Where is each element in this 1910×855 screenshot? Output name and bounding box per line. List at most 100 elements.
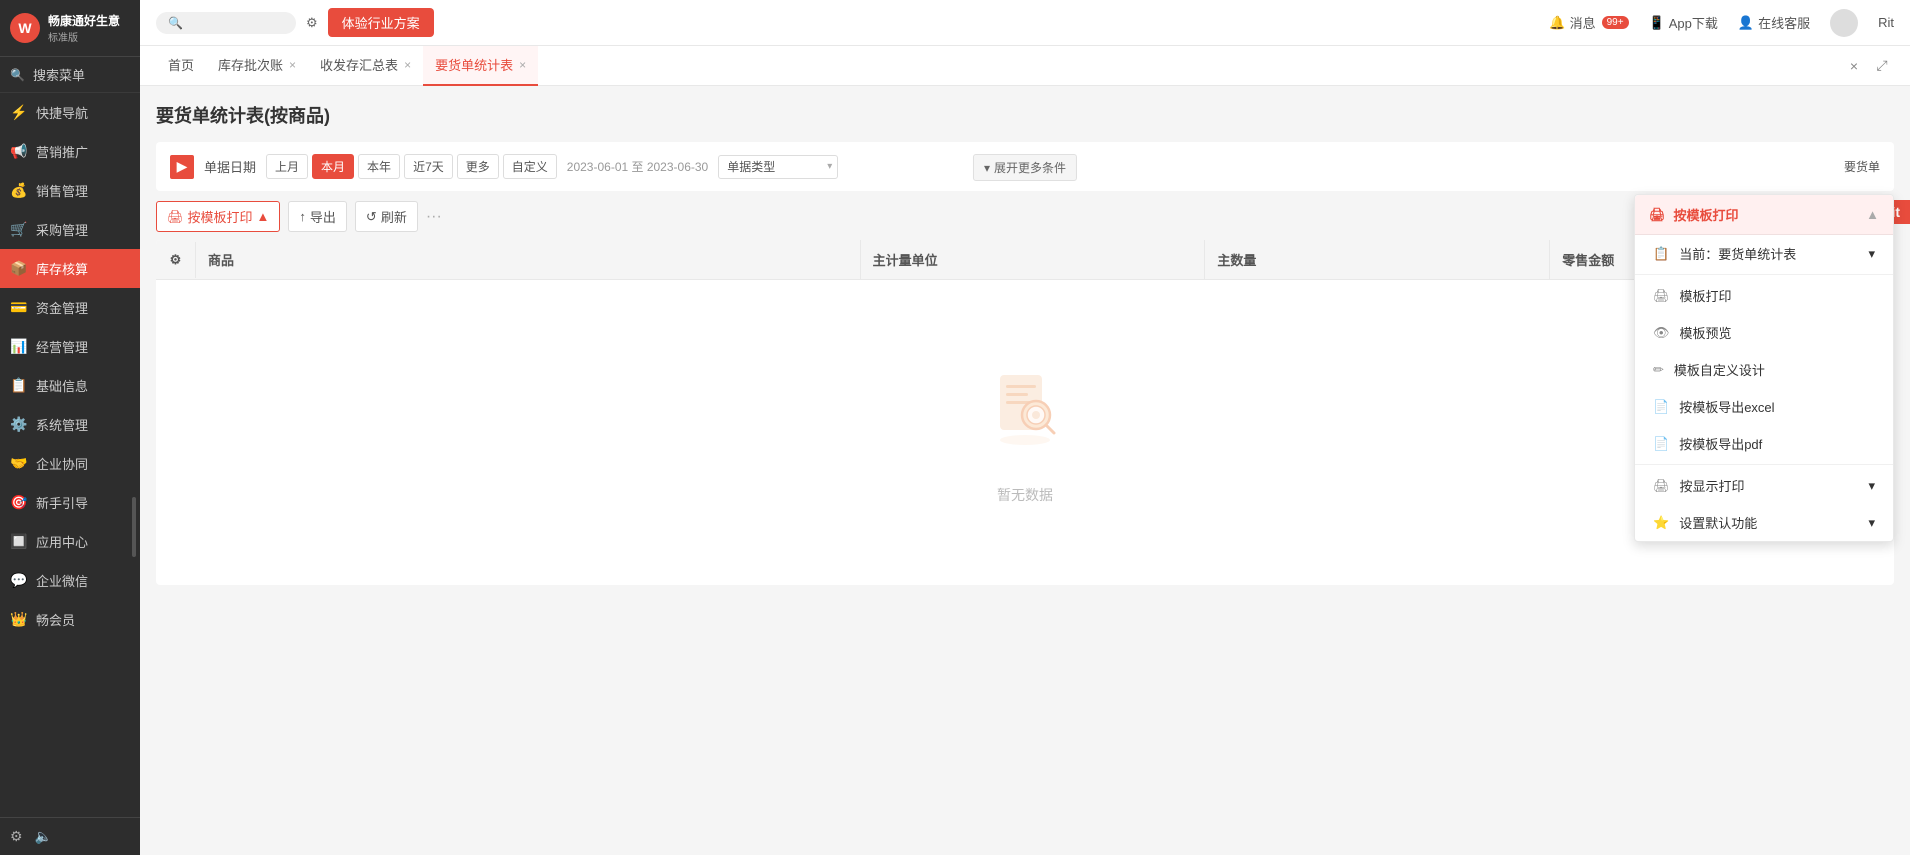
filter-bar: ▶ 单据日期 上月 本月 本年 近7天 更多 自定义 2023-06-01 至 … — [156, 142, 1894, 191]
topbar-gear-icon[interactable]: ⚙ — [306, 15, 318, 31]
username-label: Rit — [1878, 15, 1894, 30]
sidebar-item-base[interactable]: 📋 基础信息 — [0, 366, 140, 405]
chevron-right-icon: ▾ — [1868, 246, 1875, 262]
search-icon: 🔍 — [10, 68, 25, 82]
set-default-arrow: ▾ — [1868, 515, 1875, 531]
notifications-badge: 99+ — [1602, 16, 1629, 29]
service-icon: 👤 — [1738, 15, 1754, 31]
user-avatar[interactable] — [1830, 9, 1858, 37]
date-range-display: 2023-06-01 至 2023-06-30 — [567, 158, 708, 175]
expand-more-wrapper: ▾ 展开更多条件 — [973, 154, 1077, 181]
sidebar-item-inventory[interactable]: 📦 库存核算 — [0, 249, 140, 288]
apps-icon: 🔲 — [10, 533, 28, 550]
th-goods[interactable]: 商品 — [196, 240, 861, 279]
topbar: 🔍 ⚙ 体验行业方案 🔔 消息 99+ 📱 App下载 👤 在线客服 Rit — [140, 0, 1910, 46]
dropdown-template-custom[interactable]: ✏ 模板自定义设计 — [1635, 351, 1893, 388]
sidebar-bottom: ⚙ 🔈 — [0, 817, 140, 855]
tabs-bar: 首页 库存批次账 × 收发存汇总表 × 要货单统计表 × × ⤢ — [140, 46, 1910, 86]
set-default-left: ⭐ 设置默认功能 — [1653, 513, 1757, 532]
tab-home[interactable]: 首页 — [156, 46, 206, 86]
date-7days-button[interactable]: 近7天 — [404, 154, 453, 179]
tab-receipt-summary[interactable]: 收发存汇总表 × — [308, 46, 423, 86]
dropdown-set-default[interactable]: ⭐ 设置默认功能 ▾ — [1635, 504, 1893, 541]
sidebar-item-purchase[interactable]: 🛒 采购管理 — [0, 210, 140, 249]
tab-close-order-stats[interactable]: × — [519, 58, 526, 72]
sidebar-search[interactable]: 🔍 搜索菜单 — [0, 57, 140, 93]
display-print-left: 🖨 按显示打印 — [1653, 476, 1745, 495]
printer-icon: 🖨 — [167, 209, 184, 225]
th-checkbox[interactable]: ⚙ — [156, 242, 196, 278]
finance-icon: 💳 — [10, 299, 28, 316]
topbar-search[interactable]: 🔍 — [156, 12, 296, 34]
purchase-icon: 🛒 — [10, 221, 28, 238]
window-maximize-button[interactable]: ⤢ — [1870, 54, 1894, 78]
date-more-button[interactable]: 更多 — [457, 154, 499, 179]
inventory-icon: 📦 — [10, 260, 28, 277]
more-options-button[interactable]: ··· — [426, 208, 442, 226]
dropdown-export-pdf[interactable]: 📄 按模板导出pdf — [1635, 425, 1893, 462]
set-default-icon: ⭐ — [1653, 515, 1669, 531]
app-title: 畅康通好生意 标准版 — [48, 12, 120, 44]
download-icon: 📱 — [1649, 15, 1665, 31]
app-download-button[interactable]: 📱 App下载 — [1649, 13, 1718, 32]
sidebar-item-member[interactable]: 👑 畅会员 — [0, 600, 140, 639]
date-current-month-button[interactable]: 本月 — [312, 154, 354, 179]
marketing-icon: 📢 — [10, 143, 28, 160]
tab-inventory-batch[interactable]: 库存批次账 × — [206, 46, 308, 86]
th-qty[interactable]: 主数量 — [1205, 240, 1550, 279]
sidebar-item-system[interactable]: ⚙️ 系统管理 — [0, 405, 140, 444]
sidebar-item-guide[interactable]: 🎯 新手引导 — [0, 483, 140, 522]
sidebar-item-apps[interactable]: 🔲 应用中心 — [0, 522, 140, 561]
export-button[interactable]: ↑ 导出 — [288, 201, 347, 232]
sound-icon[interactable]: 🔈 — [35, 828, 52, 845]
excel-icon: 📄 — [1653, 399, 1669, 415]
dropdown-template-print[interactable]: 🖨 模板打印 — [1635, 277, 1893, 314]
expand-more-button[interactable]: ▾ 展开更多条件 — [973, 154, 1077, 181]
empty-text: 暂无数据 — [997, 485, 1053, 505]
notifications-button[interactable]: 🔔 消息 99+ — [1549, 13, 1628, 32]
dropdown-chevron-up-icon[interactable]: ▲ — [1866, 207, 1879, 222]
settings-bottom-icon[interactable]: ⚙ — [10, 828, 23, 845]
sidebar-item-wechat[interactable]: 💬 企业微信 — [0, 561, 140, 600]
base-icon: 📋 — [10, 377, 28, 394]
export-icon: ↑ — [299, 209, 306, 224]
refresh-button[interactable]: ↺ 刷新 — [355, 201, 418, 232]
sidebar-item-operations[interactable]: 📊 经营管理 — [0, 327, 140, 366]
dropdown-export-excel[interactable]: 📄 按模板导出excel — [1635, 388, 1893, 425]
online-service-button[interactable]: 👤 在线客服 — [1738, 13, 1810, 32]
sidebar-item-marketing[interactable]: 📢 营销推广 — [0, 132, 140, 171]
sidebar-scrollbar — [132, 497, 136, 557]
empty-icon — [980, 360, 1070, 469]
filter-toggle-button[interactable]: ▶ — [170, 155, 194, 179]
tab-order-stats[interactable]: 要货单统计表 × — [423, 46, 538, 86]
date-year-button[interactable]: 本年 — [358, 154, 400, 179]
topbar-right: 🔔 消息 99+ 📱 App下载 👤 在线客服 Rit — [1549, 9, 1894, 37]
th-unit[interactable]: 主计量单位 — [861, 240, 1206, 279]
dropdown-printer-icon: 🖨 — [1649, 207, 1666, 223]
dropdown-current-template[interactable]: 📋 当前：要货单统计表 ▾ — [1635, 235, 1893, 272]
custom-design-icon: ✏ — [1653, 362, 1664, 378]
sidebar-item-collab[interactable]: 🤝 企业协同 — [0, 444, 140, 483]
sidebar-item-finance[interactable]: 💳 资金管理 — [0, 288, 140, 327]
type-filter-select[interactable]: 单据类型 — [718, 155, 838, 179]
dropdown-template-preview[interactable]: 👁 模板预览 — [1635, 314, 1893, 351]
date-custom-button[interactable]: 自定义 — [503, 154, 557, 179]
sidebar-item-sales[interactable]: 💰 销售管理 — [0, 171, 140, 210]
dropdown-header: 🖨 按模板打印 ▲ — [1635, 195, 1893, 235]
date-prev-month-button[interactable]: 上月 — [266, 154, 308, 179]
goods-filter-label: 要货单 — [1844, 158, 1880, 175]
window-close-button[interactable]: × — [1842, 54, 1866, 78]
template-print-button[interactable]: 🖨 按模板打印 ▲ — [156, 201, 280, 232]
topbar-search-icon: 🔍 — [168, 16, 183, 30]
display-print-icon: 🖨 — [1653, 478, 1670, 494]
trial-button[interactable]: 体验行业方案 — [328, 8, 434, 37]
dropdown-display-print[interactable]: 🖨 按显示打印 ▾ — [1635, 467, 1893, 504]
dropdown-menu: 🖨 按模板打印 ▲ 📋 当前：要货单统计表 ▾ 🖨 模板打印 — [1634, 194, 1894, 542]
dropdown-controls: ▲ — [1866, 207, 1879, 222]
print-icon: 🖨 — [1653, 288, 1670, 304]
sidebar-item-quick-nav[interactable]: ⚡ 快捷导航 — [0, 93, 140, 132]
tab-close-receipt-summary[interactable]: × — [404, 58, 411, 72]
current-template-left: 📋 当前：要货单统计表 — [1653, 244, 1796, 263]
tab-close-inventory-batch[interactable]: × — [289, 58, 296, 72]
date-buttons: 上月 本月 本年 近7天 更多 自定义 — [266, 154, 557, 179]
